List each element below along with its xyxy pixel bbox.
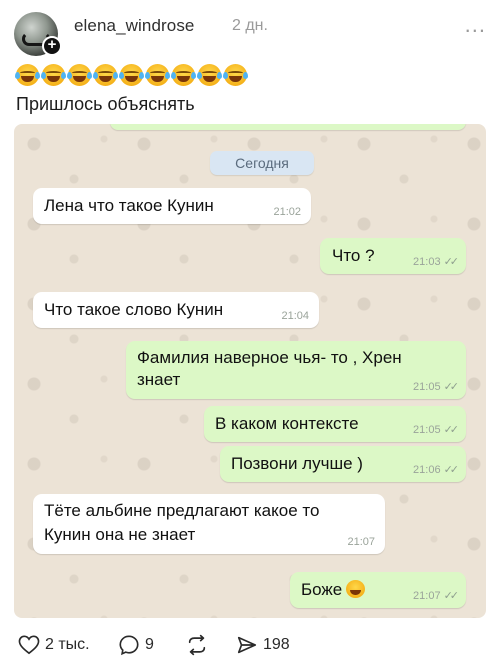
message-text: Лена что такое Кунин	[44, 196, 214, 215]
message-bubble-outgoing: Что ? 21:03 ✓✓	[320, 238, 466, 274]
date-divider: Сегодня	[210, 151, 314, 175]
message-bubble-outgoing: Позвони лучше ) 21:06 ✓✓	[220, 446, 466, 482]
post-header: + elena_windrose 2 дн. ...	[14, 10, 486, 56]
message-bubble-incoming: Лена что такое Кунин 21:02	[33, 188, 311, 224]
double-check-icon: ✓✓	[443, 256, 460, 268]
double-check-icon: ✓✓	[443, 424, 460, 436]
message-text-line: Фамилия наверное чья- то , Хрен	[137, 348, 402, 367]
post-date: 2 дн.	[232, 17, 268, 34]
message-status: 21:03 ✓✓	[413, 256, 460, 268]
like-button[interactable]: 2 тыс.	[18, 632, 90, 658]
tears-of-joy-emoji-icon	[41, 64, 66, 86]
message-bubble-incoming: Тёте альбине предлагают какое то Кунин о…	[33, 494, 385, 554]
message-text: Что ?	[332, 246, 375, 265]
heart-icon	[18, 635, 40, 655]
message-text: Позвони лучше )	[231, 454, 363, 473]
message-text-line: Кунин она не знает	[44, 525, 196, 544]
message-bubble-incoming: Что такое слово Кунин 21:04	[33, 292, 319, 328]
more-options-icon[interactable]: ...	[465, 12, 486, 38]
message-time: 21:07	[347, 536, 375, 548]
message-status: 21:05 ✓✓	[413, 424, 460, 436]
message-time: 21:03	[413, 256, 441, 268]
cropped-message-bubble	[110, 124, 466, 130]
message-bubble-outgoing: В каком контексте 21:05 ✓✓	[204, 406, 466, 442]
message-time: 21:05	[413, 381, 441, 393]
repost-icon	[188, 634, 206, 656]
message-bubble-outgoing: Фамилия наверное чья- то , Хрен знает 21…	[126, 341, 466, 399]
message-text-with-emoji: Боже	[301, 578, 366, 602]
tears-of-joy-emoji-icon	[119, 64, 144, 86]
comment-button[interactable]: 9	[118, 632, 154, 658]
tears-of-joy-emoji-icon	[197, 64, 222, 86]
chat-screenshot[interactable]: Сегодня Лена что такое Кунин 21:02 Что ?…	[14, 124, 486, 618]
message-text: Что такое слово Кунин	[44, 300, 224, 319]
message-status: 21:05 ✓✓	[413, 381, 460, 393]
message-text-line: Тёте альбине предлагают какое то	[44, 501, 320, 520]
views-indicator: 198	[236, 632, 290, 658]
message-bubble-outgoing: Боже 21:07 ✓✓	[290, 572, 466, 608]
tears-of-joy-emoji-icon	[15, 64, 40, 86]
tears-of-joy-emoji-icon	[67, 64, 92, 86]
tears-of-joy-emoji-icon	[346, 580, 366, 598]
add-story-plus-icon[interactable]: +	[42, 36, 62, 56]
caption-emoji-row	[15, 64, 248, 88]
tears-of-joy-emoji-icon	[145, 64, 170, 86]
comment-icon	[119, 635, 139, 656]
message-time: 21:07	[413, 590, 441, 602]
send-icon	[237, 636, 257, 654]
message-time: 21:05	[413, 424, 441, 436]
message-time: 21:06	[413, 464, 441, 476]
double-check-icon: ✓✓	[443, 590, 460, 602]
tears-of-joy-emoji-icon	[171, 64, 196, 86]
message-text-line: знает	[137, 370, 181, 389]
tears-of-joy-emoji-icon	[93, 64, 118, 86]
double-check-icon: ✓✓	[443, 381, 460, 393]
message-status: 21:07 ✓✓	[413, 590, 460, 602]
message-time: 21:04	[281, 310, 309, 322]
tears-of-joy-emoji-icon	[223, 64, 248, 86]
message-text: В каком контексте	[215, 414, 359, 433]
views-count: 198	[263, 636, 290, 653]
post-caption: Пришлось объяснять	[16, 94, 195, 114]
post-actions-bar: 2 тыс. 9 198	[14, 632, 486, 658]
repost-button[interactable]	[186, 632, 213, 658]
username[interactable]: elena_windrose	[74, 16, 194, 36]
double-check-icon: ✓✓	[443, 464, 460, 476]
likes-count: 2 тыс.	[45, 636, 90, 653]
comments-count: 9	[145, 636, 154, 653]
message-time: 21:02	[273, 206, 301, 218]
message-status: 21:06 ✓✓	[413, 464, 460, 476]
message-text: Боже	[301, 580, 343, 599]
